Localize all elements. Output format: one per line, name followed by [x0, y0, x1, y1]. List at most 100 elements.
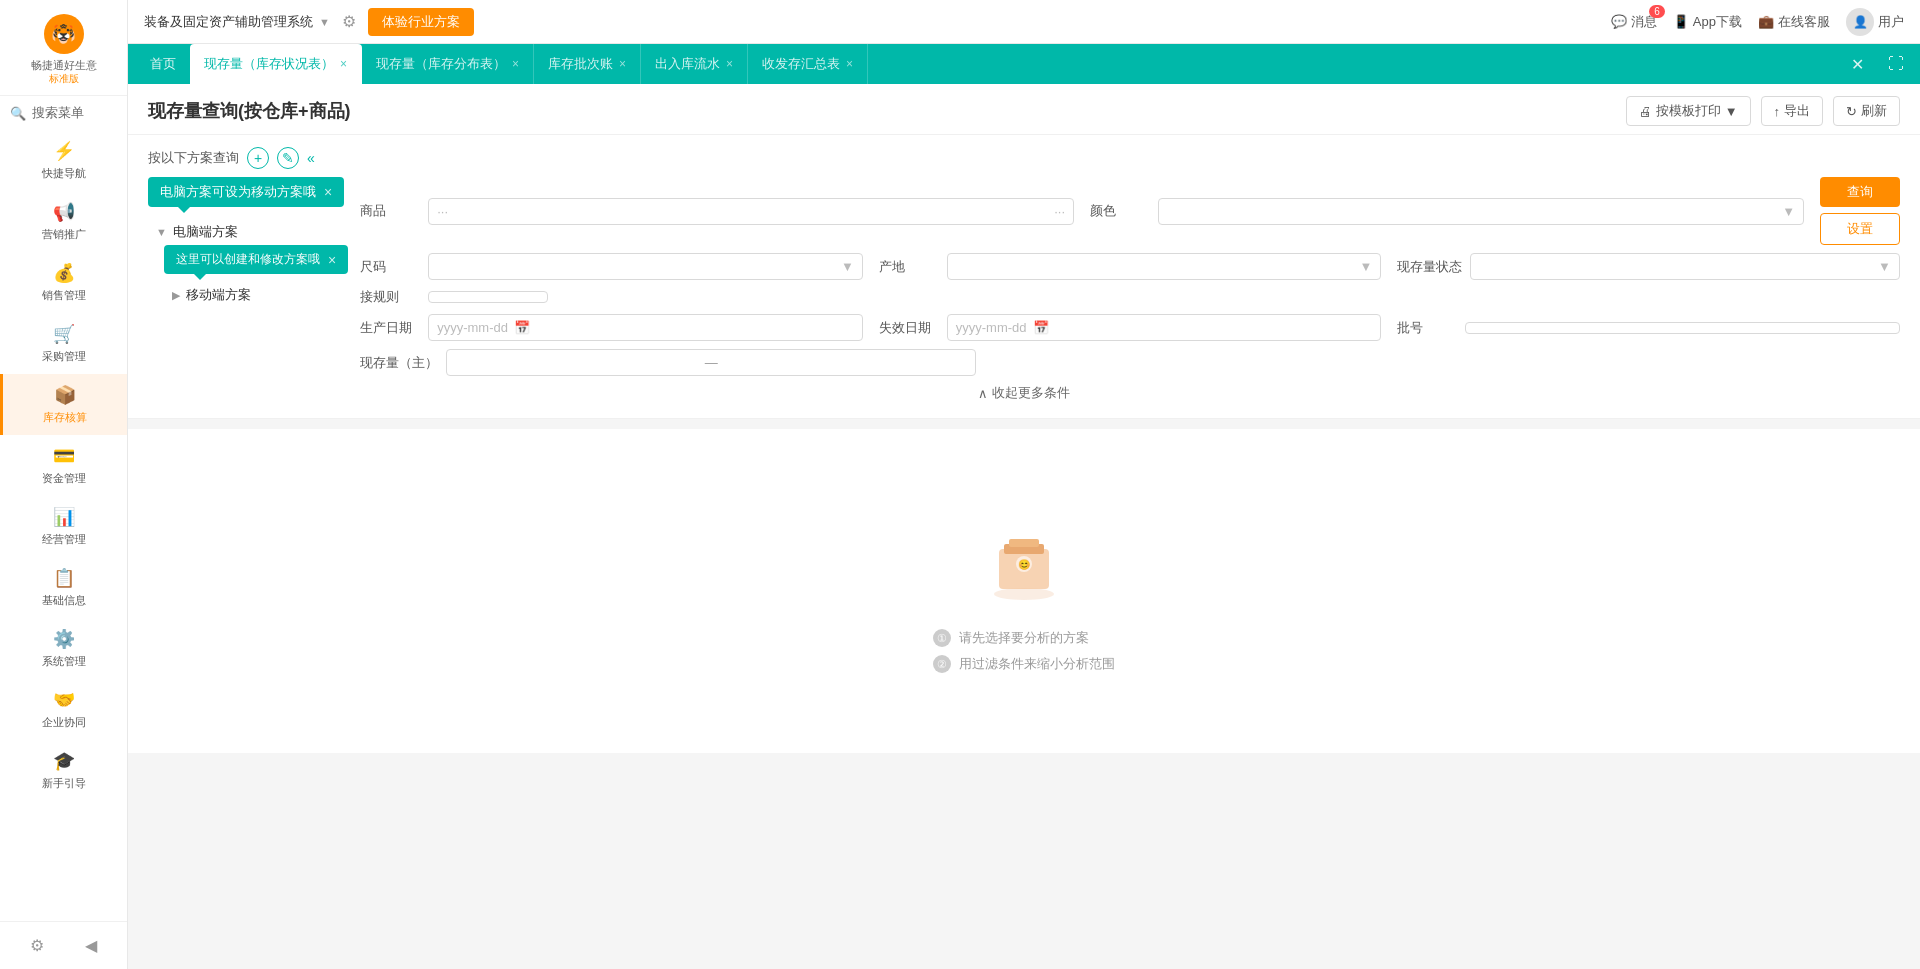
calendar2-icon: 📅	[1033, 320, 1049, 335]
sidebar-item-basic[interactable]: 📋 基础信息	[0, 557, 127, 618]
industry-btn[interactable]: 体验行业方案	[368, 8, 474, 36]
filter-header-row: 按以下方案查询 + ✎ «	[148, 147, 1900, 169]
tooltip1-close-btn[interactable]: ×	[324, 184, 332, 200]
page-actions: 🖨 按模板打印 ▼ ↑ 导出 ↻ 刷新	[1626, 96, 1900, 126]
inventory-icon: 📦	[54, 384, 76, 406]
origin-dropdown-icon: ▼	[1360, 259, 1373, 274]
rule-input[interactable]	[428, 291, 548, 303]
edit-schema-btn[interactable]: ✎	[277, 147, 299, 169]
filter-field-color: 颜色 ▼	[1090, 177, 1804, 245]
tabs-right: ✕ ⛶	[1843, 55, 1912, 74]
marketing-icon: 📢	[53, 201, 75, 223]
system-dropdown-icon[interactable]: ▼	[319, 16, 330, 28]
top-header: 装备及固定资产辅助管理系统 ▼ ⚙ 体验行业方案 💬 消息 6 📱 App下载 …	[128, 0, 1920, 44]
sidebar-item-sales[interactable]: 💰 销售管理	[0, 252, 127, 313]
sidebar-item-system[interactable]: ⚙️ 系统管理	[0, 618, 127, 679]
tab-close-inventory-status[interactable]: ×	[340, 57, 347, 71]
export-btn[interactable]: ↑ 导出	[1761, 96, 1824, 126]
prod-date-input[interactable]: yyyy-mm-dd 📅	[428, 314, 863, 341]
exp-date-input[interactable]: yyyy-mm-dd 📅	[947, 314, 1382, 341]
size-dropdown-icon: ▼	[841, 259, 854, 274]
calendar-icon: 📅	[514, 320, 530, 335]
sidebar-bottom: ⚙ ◀	[0, 921, 127, 969]
sidebar-item-operation[interactable]: 📊 经营管理	[0, 496, 127, 557]
page-title: 现存量查询(按仓库+商品)	[148, 99, 351, 123]
add-schema-btn[interactable]: +	[247, 147, 269, 169]
service-icon: 💼	[1758, 14, 1774, 29]
filter-action-btns: 查询 设置	[1820, 177, 1900, 245]
sidebar-item-quick-nav[interactable]: ⚡ 快捷导航	[0, 130, 127, 191]
empty-illustration: 😊	[974, 509, 1074, 609]
empty-tip-2: ② 用过滤条件来缩小分析范围	[933, 655, 1115, 673]
tab-home[interactable]: 首页	[136, 44, 190, 84]
system-title: 装备及固定资产辅助管理系统 ▼	[144, 13, 330, 31]
right-panel: 商品 ··· ··· 颜色 ▼	[360, 177, 1900, 376]
tab-close-receipt-summary[interactable]: ×	[846, 57, 853, 71]
search-btn[interactable]: 查询	[1820, 177, 1900, 207]
collapse-more-btn[interactable]: ∧ 收起更多条件	[148, 376, 1900, 406]
inv-status-dropdown-icon: ▼	[1878, 259, 1891, 274]
app-download-btn[interactable]: 📱 App下载	[1673, 13, 1742, 31]
color-select[interactable]: ▼	[1158, 198, 1804, 225]
header-right: 💬 消息 6 📱 App下载 💼 在线客服 👤 用户	[1611, 8, 1904, 36]
print-btn[interactable]: 🖨 按模板打印 ▼	[1626, 96, 1751, 126]
sidebar-item-finance[interactable]: 💳 资金管理	[0, 435, 127, 496]
filter-field-exp-date: 失效日期 yyyy-mm-dd 📅	[879, 314, 1382, 341]
schema-item-mobile[interactable]: ▶ 移动端方案	[164, 282, 348, 308]
tab-in-out-flow[interactable]: 出入库流水 ×	[641, 44, 748, 84]
tab-close-inventory-dist[interactable]: ×	[512, 57, 519, 71]
tab-close-in-out-flow[interactable]: ×	[726, 57, 733, 71]
filter-section: 按以下方案查询 + ✎ « 电脑方案可设为移动方案哦 ×	[128, 135, 1920, 418]
service-btn[interactable]: 💼 在线客服	[1758, 13, 1830, 31]
schema-panel: ▼ 电脑端方案 这里可以创建和修改方案哦 × ▶ 移动端方	[148, 219, 348, 308]
collapse-sidebar-icon[interactable]: ◀	[81, 932, 101, 959]
tab-inventory-dist[interactable]: 现存量（库存分布表） ×	[362, 44, 534, 84]
schema-item-pc[interactable]: ▼ 电脑端方案	[148, 219, 348, 245]
avatar: 👤	[1846, 8, 1874, 36]
filter-field-goods: 商品 ··· ···	[360, 177, 1074, 245]
filter-row1: 商品 ··· ··· 颜色 ▼	[360, 177, 1900, 245]
filter-field-rule: 接规则	[360, 288, 548, 306]
close-all-tabs-icon[interactable]: ✕	[1843, 55, 1872, 74]
schema-arrow-icon[interactable]: «	[307, 150, 315, 166]
search-menu[interactable]: 🔍 搜索菜单	[0, 96, 127, 130]
tab-close-batch-account[interactable]: ×	[619, 57, 626, 71]
message-btn[interactable]: 💬 消息 6	[1611, 13, 1657, 31]
svg-rect-3	[1009, 539, 1039, 547]
filter-content: 电脑方案可设为移动方案哦 × ▼ 电脑端方案 这里可以	[148, 177, 1900, 376]
sidebar-item-enterprise[interactable]: 🤝 企业协同	[0, 679, 127, 740]
tab-batch-account[interactable]: 库存批次账 ×	[534, 44, 641, 84]
sidebar-item-marketing[interactable]: 📢 营销推广	[0, 191, 127, 252]
refresh-btn[interactable]: ↻ 刷新	[1833, 96, 1900, 126]
batch-input[interactable]	[1465, 322, 1900, 334]
tab-inventory-status[interactable]: 现存量（库存状况表） ×	[190, 44, 362, 84]
operation-icon: 📊	[53, 506, 75, 528]
filter-qty-row: 现存量（主） —	[360, 349, 1900, 376]
sidebar-item-inventory[interactable]: 📦 库存核算	[0, 374, 127, 435]
inv-status-select[interactable]: ▼	[1470, 253, 1900, 280]
purchase-icon: 🛒	[53, 323, 75, 345]
sidebar-item-purchase[interactable]: 🛒 采购管理	[0, 313, 127, 374]
qty-range-input[interactable]: —	[446, 349, 976, 376]
sales-icon: 💰	[53, 262, 75, 284]
size-select[interactable]: ▼	[428, 253, 863, 280]
tab-receipt-summary[interactable]: 收发存汇总表 ×	[748, 44, 868, 84]
tip-num-2: ②	[933, 655, 951, 673]
user-btn[interactable]: 👤 用户	[1846, 8, 1904, 36]
set-btn[interactable]: 设置	[1820, 213, 1900, 245]
sidebar-nav: ⚡ 快捷导航 📢 营销推广 💰 销售管理 🛒 采购管理 📦 库存核算 💳 资金管…	[0, 130, 127, 921]
tooltip2-wrap: 这里可以创建和修改方案哦 ×	[164, 245, 348, 274]
gear-icon[interactable]: ⚙	[342, 12, 356, 31]
tooltip1-wrap: 电脑方案可设为移动方案哦 ×	[148, 177, 348, 207]
filter-field-inv-status: 现存量状态 ▼	[1397, 253, 1900, 280]
svg-point-0	[994, 588, 1054, 600]
chevron-right-icon: ▶	[172, 289, 180, 302]
origin-select[interactable]: ▼	[947, 253, 1382, 280]
filter-field-size: 尺码 ▼	[360, 253, 863, 280]
sidebar-item-guide[interactable]: 🎓 新手引导	[0, 740, 127, 801]
settings-bottom-icon[interactable]: ⚙	[26, 932, 48, 959]
expand-icon[interactable]: ⛶	[1880, 55, 1912, 73]
print-dropdown-icon: ▼	[1725, 104, 1738, 119]
tooltip2-close-btn[interactable]: ×	[328, 252, 336, 268]
goods-select[interactable]: ··· ···	[428, 198, 1074, 225]
